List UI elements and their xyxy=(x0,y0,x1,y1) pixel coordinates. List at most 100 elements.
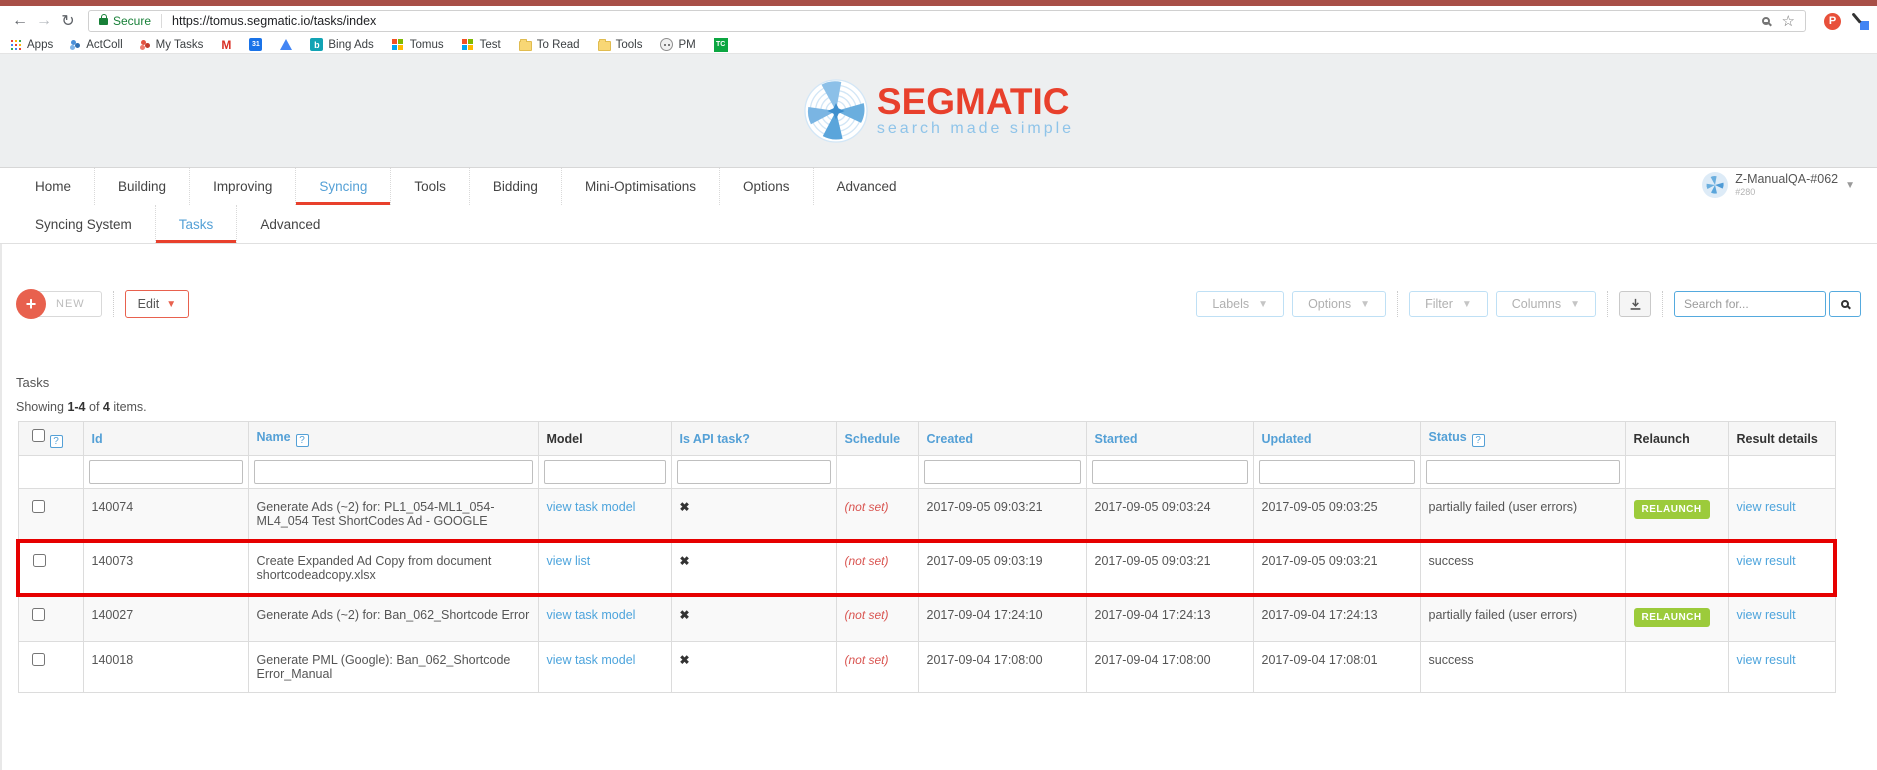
header-started[interactable]: Started xyxy=(1095,432,1138,446)
bookmark-pm[interactable]: PM xyxy=(660,38,696,51)
zoom-out-icon[interactable] xyxy=(1761,17,1770,25)
page-left-edge xyxy=(0,244,2,770)
secure-label: Secure xyxy=(113,14,152,28)
bookmark-star-icon[interactable]: ☆ xyxy=(1782,14,1795,29)
cell-updated: 2017-09-05 09:03:25 xyxy=(1252,488,1421,542)
header-schedule[interactable]: Schedule xyxy=(845,432,901,446)
subnav-item-tasks[interactable]: Tasks xyxy=(154,205,237,243)
filter-input-status[interactable] xyxy=(1425,460,1620,484)
cell-started: 2017-09-05 09:03:21 xyxy=(1085,539,1254,597)
bookmark-gmail[interactable]: M xyxy=(221,39,231,51)
header-status[interactable]: Status xyxy=(1429,430,1467,444)
analytics-triangle-icon xyxy=(280,39,293,50)
bookmark-to-read[interactable]: To Read xyxy=(518,38,580,51)
nav-item-building[interactable]: Building xyxy=(94,168,189,205)
nav-item-options[interactable]: Options xyxy=(718,168,813,205)
sub-nav: Syncing System Tasks Advanced xyxy=(0,205,1877,244)
cell-started: 2017-09-04 17:24:13 xyxy=(1085,594,1254,642)
bookmark-tomus[interactable]: Tomus xyxy=(391,39,444,51)
help-icon[interactable]: ? xyxy=(295,434,309,447)
view-result-link[interactable]: view result xyxy=(1737,653,1796,667)
select-all-checkbox[interactable] xyxy=(31,429,45,442)
relaunch-button[interactable]: RELAUNCH xyxy=(1633,608,1710,627)
edit-dropdown-button[interactable]: Edit ▼ xyxy=(124,290,190,318)
view-result-link[interactable]: view result xyxy=(1737,608,1796,622)
logo-title: SEGMATIC xyxy=(876,81,1070,122)
nav-item-mini-optimisations[interactable]: Mini-Optimisations xyxy=(560,168,719,205)
color-picker-extension-icon[interactable] xyxy=(1851,12,1869,30)
nav-item-tools[interactable]: Tools xyxy=(390,168,469,205)
bookmark-tc[interactable]: TC xyxy=(713,37,728,52)
view-result-link[interactable]: view result xyxy=(1737,500,1796,514)
nav-item-syncing[interactable]: Syncing xyxy=(295,168,391,205)
filter-input-id[interactable] xyxy=(88,460,243,484)
table-row: 140074 Generate Ads (~2) for: PL1_054-ML… xyxy=(17,488,1836,542)
tasks-table: ? Id Name? Model Is API task? Schedule C… xyxy=(16,421,1837,693)
columns-dropdown-button[interactable]: Columns ▼ xyxy=(1495,291,1596,317)
subnav-item-syncing-system[interactable]: Syncing System xyxy=(12,205,155,243)
filter-dropdown-button[interactable]: Filter ▼ xyxy=(1409,291,1488,317)
bookmark-apps[interactable]: Apps xyxy=(10,39,53,51)
row-checkbox[interactable] xyxy=(31,608,45,621)
header-is-api-task[interactable]: Is API task? xyxy=(680,432,750,446)
header-name[interactable]: Name xyxy=(257,430,291,444)
view-result-link[interactable]: view result xyxy=(1737,554,1796,568)
nav-item-bidding[interactable]: Bidding xyxy=(468,168,561,205)
user-menu[interactable]: Z-ManualQA-#062 #280 ▼ xyxy=(1702,172,1855,198)
bookmark-tools[interactable]: Tools xyxy=(597,38,642,51)
relaunch-button[interactable]: RELAUNCH xyxy=(1633,500,1710,519)
filter-input-name[interactable] xyxy=(253,460,533,484)
cell-status: success xyxy=(1419,640,1626,693)
nav-item-home[interactable]: Home xyxy=(12,168,94,205)
cell-id: 140073 xyxy=(82,539,249,597)
bookmark-actcoll[interactable]: ActColl xyxy=(71,39,123,51)
header-id[interactable]: Id xyxy=(92,432,103,446)
bookmark-bing-ads[interactable]: b Bing Ads xyxy=(310,38,374,51)
browser-back-button[interactable]: ← xyxy=(8,12,32,30)
view-task-model-link[interactable]: view task model xyxy=(547,653,636,667)
bookmark-calendar[interactable]: 31 xyxy=(249,38,263,51)
search-button[interactable] xyxy=(1829,291,1861,317)
extension-p-icon[interactable]: P xyxy=(1824,12,1841,30)
api-false-icon: ✖ xyxy=(679,652,690,667)
chevron-down-icon: ▼ xyxy=(1461,298,1472,310)
filter-input-updated[interactable] xyxy=(1258,460,1415,484)
view-task-model-link[interactable]: view task model xyxy=(547,500,636,514)
row-checkbox[interactable] xyxy=(31,652,45,666)
browser-refresh-button[interactable]: ↻ xyxy=(56,11,80,31)
bookmark-analytics[interactable] xyxy=(280,39,293,50)
search-icon xyxy=(1841,300,1849,308)
search-input[interactable] xyxy=(1674,291,1826,317)
filter-input-is-api-task[interactable] xyxy=(676,460,831,484)
url-text[interactable]: https://tomus.segmatic.io/tasks/index xyxy=(172,14,376,28)
bookmark-my-tasks[interactable]: My Tasks xyxy=(140,39,203,51)
cell-started: 2017-09-04 17:08:00 xyxy=(1085,640,1254,693)
nav-item-advanced[interactable]: Advanced xyxy=(812,168,920,205)
nav-item-improving[interactable]: Improving xyxy=(189,168,295,205)
reddit-icon xyxy=(660,38,674,51)
folder-icon xyxy=(518,38,532,51)
view-task-model-link[interactable]: view task model xyxy=(547,608,636,622)
header-updated[interactable]: Updated xyxy=(1262,432,1312,446)
bookmark-test[interactable]: Test xyxy=(461,39,501,51)
header-created[interactable]: Created xyxy=(927,432,974,446)
filter-input-started[interactable] xyxy=(1091,460,1248,484)
help-icon[interactable]: ? xyxy=(1471,434,1485,447)
options-dropdown-button[interactable]: Options ▼ xyxy=(1292,291,1387,317)
labels-dropdown-button[interactable]: Labels ▼ xyxy=(1196,291,1285,317)
apps-grid-icon xyxy=(11,40,13,42)
row-checkbox[interactable] xyxy=(31,500,45,513)
filter-input-created[interactable] xyxy=(923,460,1081,484)
tasks-toolbar: + NEW Edit ▼ Labels ▼ Options ▼ Filter ▼… xyxy=(16,289,1861,319)
view-list-link[interactable]: view list xyxy=(547,554,591,568)
browser-toolbar: ← → ↻ Secure https://tomus.segmatic.io/t… xyxy=(0,6,1877,36)
filter-input-model[interactable] xyxy=(543,460,666,484)
row-checkbox[interactable] xyxy=(33,554,46,567)
new-task-button[interactable]: + NEW xyxy=(16,289,102,319)
help-icon[interactable]: ? xyxy=(49,435,63,448)
subnav-item-advanced[interactable]: Advanced xyxy=(236,205,343,243)
browser-forward-button[interactable]: → xyxy=(32,12,56,30)
user-avatar xyxy=(1702,172,1729,198)
export-download-button[interactable] xyxy=(1619,291,1651,317)
address-bar[interactable]: Secure https://tomus.segmatic.io/tasks/i… xyxy=(88,10,1806,32)
